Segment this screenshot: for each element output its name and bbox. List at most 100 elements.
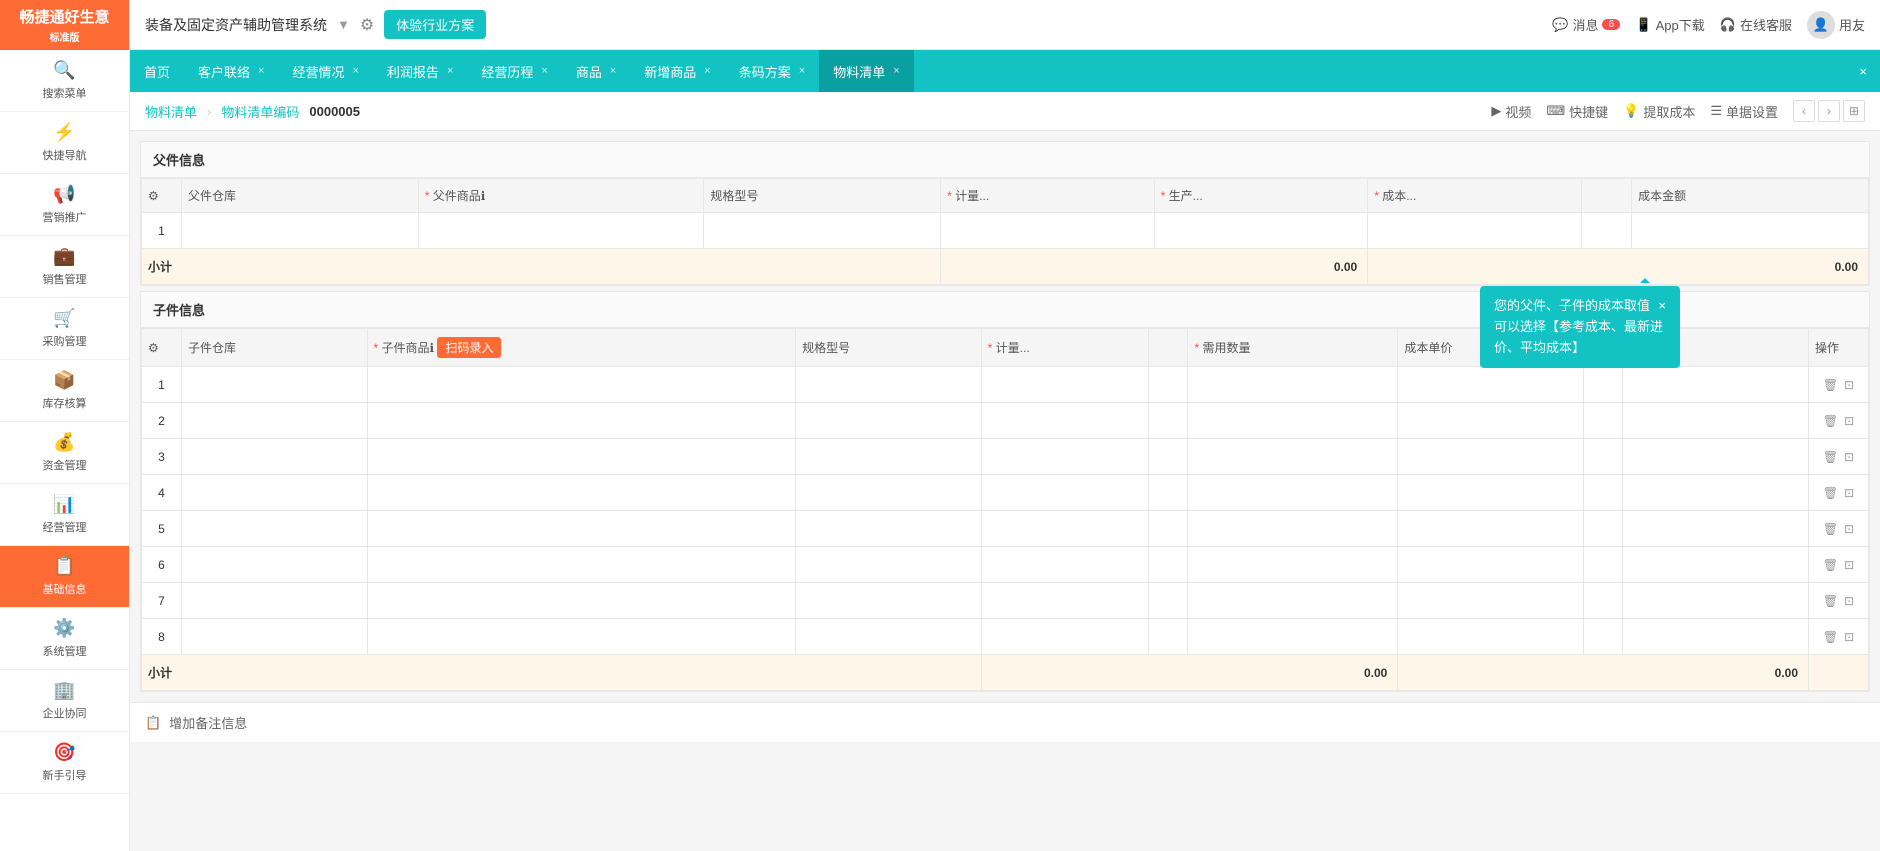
copy-icon-7[interactable]: ⊡ bbox=[1844, 594, 1854, 608]
child-goods-4[interactable] bbox=[367, 475, 796, 511]
action-video[interactable]: ▶ 视频 bbox=[1491, 102, 1531, 121]
copy-icon-2[interactable]: ⊡ bbox=[1844, 414, 1854, 428]
child-qty-1[interactable] bbox=[1188, 367, 1398, 403]
delete-icon-5[interactable]: 🗑 bbox=[1823, 522, 1838, 536]
child-spec-4[interactable] bbox=[796, 475, 982, 511]
sidebar-item-guide[interactable]: 🎯 新手引导 bbox=[0, 732, 129, 794]
delete-icon-8[interactable]: 🗑 bbox=[1823, 630, 1838, 644]
parent-cost-1[interactable] bbox=[1368, 213, 1582, 249]
child-col-settings[interactable]: ⚙ bbox=[142, 329, 182, 367]
sidebar-item-search[interactable]: 🔍 搜索菜单 bbox=[0, 50, 129, 112]
next-arrow[interactable]: › bbox=[1818, 100, 1840, 122]
child-unit-8[interactable] bbox=[981, 619, 1148, 655]
gear-icon[interactable]: ⚙ bbox=[360, 15, 374, 35]
sidebar-item-purchase[interactable]: 🛒 采购管理 bbox=[0, 298, 129, 360]
child-goods-2[interactable] bbox=[367, 403, 796, 439]
parent-unit-1[interactable] bbox=[941, 213, 1155, 249]
tab-new-goods[interactable]: 新增商品 × bbox=[630, 50, 724, 92]
scan-button[interactable]: 扫码录入 bbox=[437, 337, 501, 358]
sidebar-item-inventory[interactable]: 📦 库存核算 bbox=[0, 360, 129, 422]
child-warehouse-1[interactable] bbox=[182, 367, 368, 403]
child-warehouse-6[interactable] bbox=[182, 547, 368, 583]
child-goods-7[interactable] bbox=[367, 583, 796, 619]
tab-customer[interactable]: 客户联络 × bbox=[184, 50, 278, 92]
child-spec-3[interactable] bbox=[796, 439, 982, 475]
parent-produce-1[interactable] bbox=[1154, 213, 1368, 249]
child-unit-6[interactable] bbox=[981, 547, 1148, 583]
sidebar-item-sales[interactable]: 💼 销售管理 bbox=[0, 236, 129, 298]
tab-operation-close[interactable]: × bbox=[352, 65, 358, 77]
child-unitprice-3[interactable] bbox=[1398, 439, 1584, 475]
child-qty-6[interactable] bbox=[1188, 547, 1398, 583]
child-spec-2[interactable] bbox=[796, 403, 982, 439]
child-goods-5[interactable] bbox=[367, 511, 796, 547]
sidebar-item-system[interactable]: ⚙️ 系统管理 bbox=[0, 608, 129, 670]
child-goods-8[interactable] bbox=[367, 619, 796, 655]
child-unit-2[interactable] bbox=[981, 403, 1148, 439]
copy-icon-6[interactable]: ⊡ bbox=[1844, 558, 1854, 572]
delete-icon-6[interactable]: 🗑 bbox=[1823, 558, 1838, 572]
child-unitprice-6[interactable] bbox=[1398, 547, 1584, 583]
child-spec-6[interactable] bbox=[796, 547, 982, 583]
child-qty-4[interactable] bbox=[1188, 475, 1398, 511]
child-spec-5[interactable] bbox=[796, 511, 982, 547]
sidebar-item-finance[interactable]: 💰 资金管理 bbox=[0, 422, 129, 484]
child-warehouse-8[interactable] bbox=[182, 619, 368, 655]
online-service-item[interactable]: 🎧 在线客服 bbox=[1720, 15, 1792, 34]
tab-profit-close[interactable]: × bbox=[447, 65, 453, 77]
child-warehouse-4[interactable] bbox=[182, 475, 368, 511]
delete-icon-4[interactable]: 🗑 bbox=[1823, 486, 1838, 500]
child-qty-7[interactable] bbox=[1188, 583, 1398, 619]
child-unit-4[interactable] bbox=[981, 475, 1148, 511]
child-unit-5[interactable] bbox=[981, 511, 1148, 547]
copy-icon-8[interactable]: ⊡ bbox=[1844, 630, 1854, 644]
sidebar-item-quicknav[interactable]: ⚡ 快捷导航 bbox=[0, 112, 129, 174]
parent-warehouse-1[interactable] bbox=[182, 213, 419, 249]
tab-home[interactable]: 首页 bbox=[130, 50, 184, 92]
copy-icon-5[interactable]: ⊡ bbox=[1844, 522, 1854, 536]
child-goods-3[interactable] bbox=[367, 439, 796, 475]
delete-icon-2[interactable]: 🗑 bbox=[1823, 414, 1838, 428]
tab-new-goods-close[interactable]: × bbox=[704, 65, 710, 77]
delete-icon-7[interactable]: 🗑 bbox=[1823, 594, 1838, 608]
tab-goods[interactable]: 商品 × bbox=[562, 50, 630, 92]
tab-profit[interactable]: 利润报告 × bbox=[373, 50, 467, 92]
child-qty-5[interactable] bbox=[1188, 511, 1398, 547]
prev-arrow[interactable]: ‹ bbox=[1793, 100, 1815, 122]
child-qty-3[interactable] bbox=[1188, 439, 1398, 475]
nav-close-all[interactable]: × bbox=[1854, 64, 1872, 79]
tab-barcode[interactable]: 条码方案 × bbox=[725, 50, 819, 92]
child-spec-1[interactable] bbox=[796, 367, 982, 403]
sidebar-item-basic[interactable]: 📋 基础信息 bbox=[0, 546, 129, 608]
child-warehouse-2[interactable] bbox=[182, 403, 368, 439]
child-unitprice-8[interactable] bbox=[1398, 619, 1584, 655]
child-warehouse-7[interactable] bbox=[182, 583, 368, 619]
delete-icon-1[interactable]: 🗑 bbox=[1823, 378, 1838, 392]
child-unit-3[interactable] bbox=[981, 439, 1148, 475]
sidebar-item-operation[interactable]: 📊 经营管理 bbox=[0, 484, 129, 546]
child-unit-1[interactable] bbox=[981, 367, 1148, 403]
child-unitprice-2[interactable] bbox=[1398, 403, 1584, 439]
parent-spec-1[interactable] bbox=[704, 213, 941, 249]
delete-icon-3[interactable]: 🗑 bbox=[1823, 450, 1838, 464]
child-goods-6[interactable] bbox=[367, 547, 796, 583]
tooltip-close[interactable]: × bbox=[1658, 296, 1666, 317]
tab-history[interactable]: 经营历程 × bbox=[467, 50, 561, 92]
child-warehouse-5[interactable] bbox=[182, 511, 368, 547]
tab-bom[interactable]: 物料清单 × bbox=[819, 50, 913, 92]
breadcrumb-bom[interactable]: 物料清单 bbox=[145, 102, 197, 121]
copy-icon-3[interactable]: ⊡ bbox=[1844, 450, 1854, 464]
copy-icon-1[interactable]: ⊡ bbox=[1844, 378, 1854, 392]
child-unitprice-7[interactable] bbox=[1398, 583, 1584, 619]
action-settings[interactable]: ☰ 单据设置 bbox=[1710, 102, 1778, 121]
sidebar-item-marketing[interactable]: 📢 营销推广 bbox=[0, 174, 129, 236]
tab-bom-close[interactable]: × bbox=[893, 65, 899, 77]
child-spec-7[interactable] bbox=[796, 583, 982, 619]
child-warehouse-3[interactable] bbox=[182, 439, 368, 475]
parent-col-settings[interactable]: ⚙ bbox=[142, 179, 182, 213]
tab-barcode-close[interactable]: × bbox=[799, 65, 805, 77]
grid-icon[interactable]: ⊞ bbox=[1843, 100, 1865, 122]
child-unitprice-4[interactable] bbox=[1398, 475, 1584, 511]
tab-operation[interactable]: 经营情况 × bbox=[278, 50, 372, 92]
bottom-area[interactable]: 📋 增加备注信息 bbox=[130, 702, 1880, 742]
